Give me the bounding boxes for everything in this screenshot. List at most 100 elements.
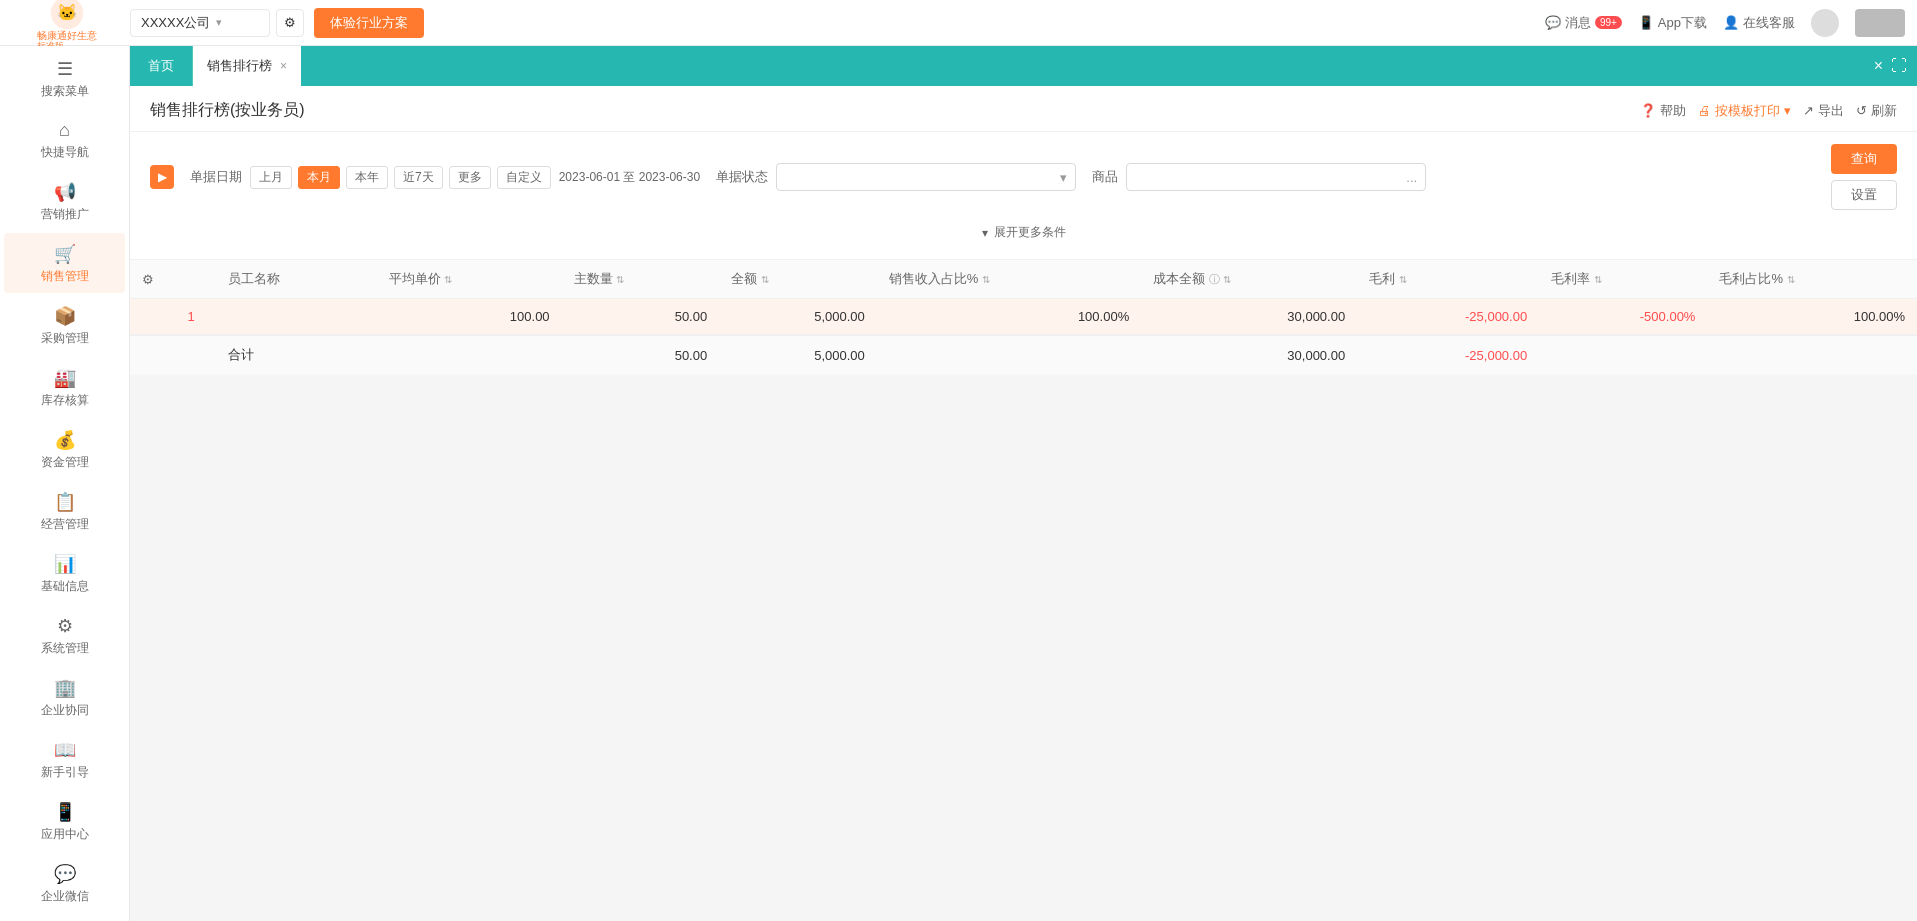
col-settings-icon: ⚙ xyxy=(142,272,154,287)
filter-collapse-btn[interactable]: ▶ xyxy=(150,165,174,189)
sidebar-label-system: 系统管理 xyxy=(41,640,89,657)
top-right-area: 💬 消息 99+ 📱 App下载 👤 在线客服 xyxy=(1545,9,1905,37)
sidebar-item-purchase[interactable]: 📦 采购管理 xyxy=(4,295,125,355)
last-month-btn[interactable]: 上月 xyxy=(250,166,292,189)
sidebar-item-app-center[interactable]: 📱 应用中心 xyxy=(4,791,125,851)
tab-label: 销售排行榜 xyxy=(207,57,272,75)
print-chevron-icon: ▾ xyxy=(1784,103,1791,118)
trial-button[interactable]: 体验行业方案 xyxy=(314,8,424,38)
message-icon: 💬 xyxy=(1545,15,1561,30)
refresh-button[interactable]: ↺ 刷新 xyxy=(1856,102,1897,120)
sidebar-label-basic-info: 基础信息 xyxy=(41,578,89,595)
refresh-label: 刷新 xyxy=(1871,102,1897,120)
page-title: 销售排行榜(按业务员) xyxy=(150,100,305,121)
footer-settings-cell xyxy=(130,335,166,375)
sidebar-item-finance[interactable]: 💰 资金管理 xyxy=(4,419,125,479)
status-label: 单据状态 xyxy=(716,168,768,186)
sidebar-item-inventory[interactable]: 🏭 库存核算 xyxy=(4,357,125,417)
sidebar-item-basic-info[interactable]: 📊 基础信息 xyxy=(4,543,125,603)
sidebar-item-quick-nav[interactable]: ⌂ 快捷导航 xyxy=(4,110,125,169)
table-row[interactable]: 1100.0050.005,000.00100.00%30,000.00-25,… xyxy=(130,299,1917,336)
sidebar-item-enterprise[interactable]: 🏢 企业协同 xyxy=(4,667,125,727)
help-button[interactable]: ❓ 帮助 xyxy=(1640,102,1686,120)
date-label: 单据日期 xyxy=(190,168,242,186)
help-label: 帮助 xyxy=(1660,102,1686,120)
sidebar-item-guide[interactable]: 📖 新手引导 xyxy=(4,729,125,789)
system-icon: ⚙ xyxy=(57,615,73,637)
goods-select[interactable]: ... xyxy=(1126,163,1426,191)
tab-home[interactable]: 首页 xyxy=(130,46,193,86)
app-download-button[interactable]: 📱 App下载 xyxy=(1638,14,1707,32)
sidebar-item-marketing[interactable]: 📢 营销推广 xyxy=(4,171,125,231)
costamount-info-icon[interactable]: ⓘ xyxy=(1209,273,1220,285)
costamount-sort-icon[interactable]: ⇅ xyxy=(1223,274,1231,285)
col-settings[interactable]: ⚙ xyxy=(130,260,166,299)
quick-nav-icon: ⌂ xyxy=(59,120,70,141)
tab-sales-ranking[interactable]: 销售排行榜 × xyxy=(193,46,301,86)
sidebar-item-search-menu[interactable]: ☰ 搜索菜单 xyxy=(4,48,125,108)
settings-button[interactable]: ⚙ xyxy=(276,9,304,37)
avatar2[interactable] xyxy=(1855,9,1905,37)
row-salespct-cell: 100.00% xyxy=(877,299,1141,336)
company-selector[interactable]: XXXXX公司 ▾ xyxy=(130,9,270,37)
sidebar-label-quick-nav: 快捷导航 xyxy=(41,144,89,161)
template-print-button[interactable]: 🖨 按模板打印 ▾ xyxy=(1698,102,1791,120)
expand-chevron-icon: ▾ xyxy=(982,226,988,240)
sidebar-item-sales[interactable]: 🛒 销售管理 xyxy=(4,233,125,293)
col-avgprice-header: 平均单价 ⇅ xyxy=(377,260,562,299)
col-rank-header xyxy=(166,260,216,299)
amount-sort-icon[interactable]: ⇅ xyxy=(761,274,769,285)
this-month-btn[interactable]: 本月 xyxy=(298,166,340,189)
table-footer: 合计 50.00 5,000.00 xyxy=(130,335,1917,375)
data-table: ⚙ 员工名称 平均单价 ⇅ xyxy=(130,260,1917,375)
avatar[interactable] xyxy=(1811,9,1839,37)
filter-settings-button[interactable]: 设置 xyxy=(1831,180,1897,210)
export-button[interactable]: ↗ 导出 xyxy=(1803,102,1844,120)
row-gross-cell: -25,000.00 xyxy=(1357,299,1539,336)
col-mainqty-header: 主数量 ⇅ xyxy=(562,260,720,299)
grossrate-sort-icon[interactable]: ⇅ xyxy=(1594,274,1602,285)
page-inner: 销售排行榜(按业务员) ❓ 帮助 🖨 按模板打印 ▾ xyxy=(130,86,1917,375)
sidebar-item-operations[interactable]: 📋 经营管理 xyxy=(4,481,125,541)
custom-btn[interactable]: 自定义 xyxy=(497,166,551,189)
date-filter-item: 单据日期 上月 本月 本年 近7天 更多 自定义 2023-06-01 至 20… xyxy=(190,166,700,189)
sidebar-items: ☰ 搜索菜单 ⌂ 快捷导航 📢 营销推广 🛒 销售管理 📦 采购管理 🏭 库存核… xyxy=(0,46,129,921)
this-year-btn[interactable]: 本年 xyxy=(346,166,388,189)
expand-more-btn[interactable]: ▾ 展开更多条件 xyxy=(150,218,1897,247)
sidebar-item-member[interactable]: V 畅会员 xyxy=(4,915,125,921)
sidebar-item-wechat[interactable]: 💬 企业微信 xyxy=(4,853,125,913)
query-button[interactable]: 查询 xyxy=(1831,144,1897,174)
avgprice-sort-icon[interactable]: ⇅ xyxy=(444,274,452,285)
footer-salespct-cell xyxy=(877,335,1141,375)
footer-mainqty-cell: 50.00 xyxy=(562,335,720,375)
salespct-sort-icon[interactable]: ⇅ xyxy=(982,274,990,285)
row-avgprice-cell: 100.00 xyxy=(377,299,562,336)
enterprise-icon: 🏢 xyxy=(54,677,76,699)
guide-icon: 📖 xyxy=(54,739,76,761)
window-maximize-button[interactable]: ⛶ xyxy=(1891,57,1907,75)
status-filter-item: 单据状态 ▾ xyxy=(716,163,1076,191)
table-header-row: ⚙ 员工名称 平均单价 ⇅ xyxy=(130,260,1917,299)
col-grosspct-header: 毛利占比% ⇅ xyxy=(1707,260,1917,299)
tab-close-icon[interactable]: × xyxy=(280,59,287,73)
logo-area: 🐱 畅康通好生意标准版 xyxy=(12,0,122,51)
row-costamount-cell: 30,000.00 xyxy=(1141,299,1357,336)
filter-bar: ▶ 单据日期 上月 本月 本年 近7天 更多 xyxy=(130,132,1917,260)
message-button[interactable]: 💬 消息 99+ xyxy=(1545,14,1622,32)
last7-btn[interactable]: 近7天 xyxy=(394,166,443,189)
grosspct-sort-icon[interactable]: ⇅ xyxy=(1787,274,1795,285)
table-footer-row: 合计 50.00 5,000.00 xyxy=(130,335,1917,375)
online-service-button[interactable]: 👤 在线客服 xyxy=(1723,14,1795,32)
refresh-icon: ↺ xyxy=(1856,103,1867,118)
sidebar-label-inventory: 库存核算 xyxy=(41,392,89,409)
sidebar: ☰ 搜索菜单 ⌂ 快捷导航 📢 营销推广 🛒 销售管理 📦 采购管理 🏭 库存核… xyxy=(0,46,130,921)
status-select[interactable]: ▾ xyxy=(776,163,1076,191)
window-close-button[interactable]: × xyxy=(1874,57,1883,75)
mainqty-sort-icon[interactable]: ⇅ xyxy=(616,274,624,285)
sidebar-item-system[interactable]: ⚙ 系统管理 xyxy=(4,605,125,665)
more-btn[interactable]: 更多 xyxy=(449,166,491,189)
tab-bar-right: × ⛶ xyxy=(1874,46,1917,86)
sidebar-label-search-menu: 搜索菜单 xyxy=(41,83,89,100)
basic-info-icon: 📊 xyxy=(54,553,76,575)
gross-sort-icon[interactable]: ⇅ xyxy=(1399,274,1407,285)
